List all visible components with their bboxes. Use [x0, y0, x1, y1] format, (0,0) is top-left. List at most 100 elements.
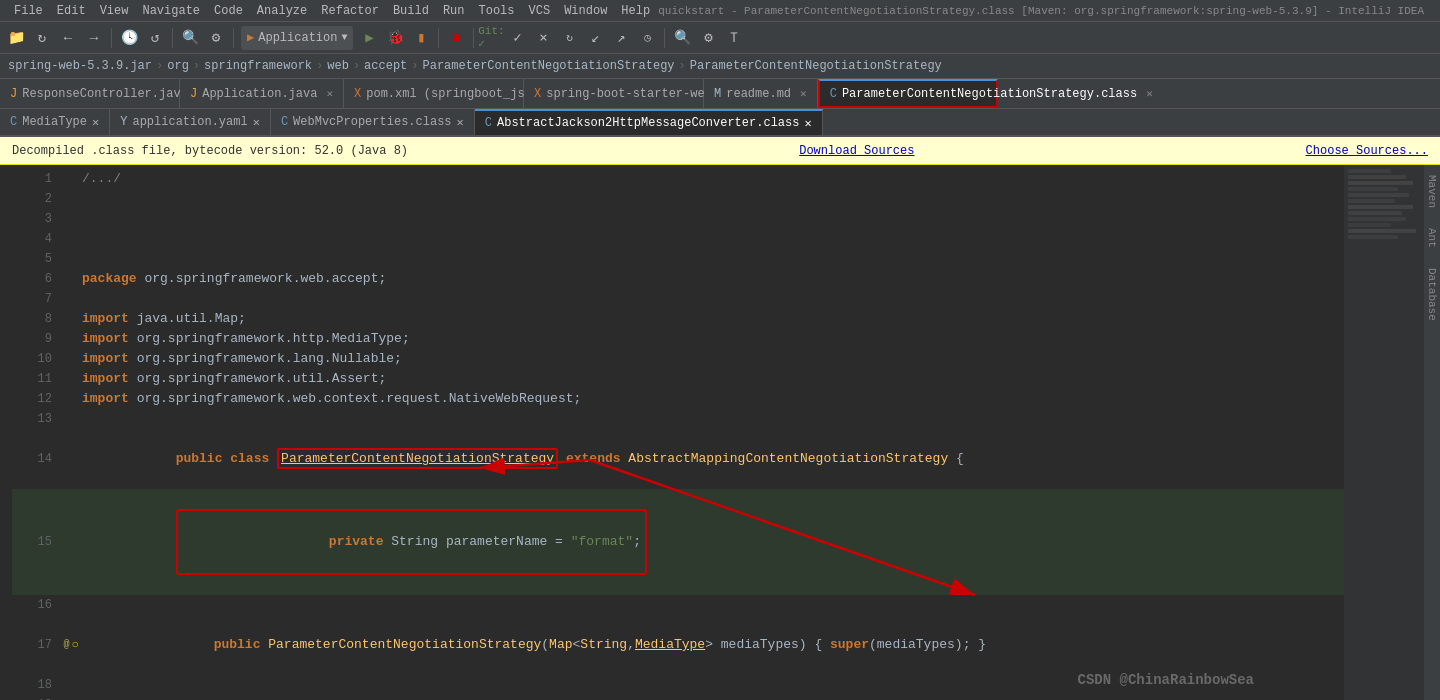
code-editor[interactable]: 1 /.../ 2 3 4 5 6 package org.springfram… — [0, 165, 1344, 700]
side-label-database[interactable]: Database — [1426, 268, 1438, 321]
line-4: 4 — [12, 229, 1344, 249]
git-check[interactable]: Git: ✓ — [479, 26, 503, 50]
toolbar-search[interactable]: 🔍 — [178, 26, 202, 50]
line-9: 9 import org.springframework.http.MediaT… — [12, 329, 1344, 349]
run-btn[interactable]: ▶ — [357, 26, 381, 50]
side-label-maven[interactable]: Maven — [1426, 175, 1438, 208]
git-btn5[interactable]: ↗ — [609, 26, 633, 50]
minimap-line — [1348, 175, 1406, 179]
tab2-close-yaml[interactable]: ✕ — [253, 115, 260, 130]
minimap-line — [1348, 199, 1395, 203]
tab-label-application: Application.java — [202, 87, 317, 101]
tab-starter-pom[interactable]: X spring-boot-starter-web-2.5.3.pom ✕ — [524, 79, 704, 108]
run-config-dropdown[interactable]: ▼ — [341, 32, 347, 43]
breadcrumb-jar[interactable]: spring-web-5.3.9.jar — [8, 59, 152, 73]
menu-run[interactable]: Run — [437, 2, 471, 20]
breadcrumb-current[interactable]: ParameterContentNegotiationStrategy — [690, 59, 942, 73]
debug-btn[interactable]: 🐞 — [383, 26, 407, 50]
breadcrumb-accept[interactable]: accept — [364, 59, 407, 73]
line-5: 5 — [12, 249, 1344, 269]
menu-help[interactable]: Help — [615, 2, 656, 20]
line-11: 11 import org.springframework.util.Asser… — [12, 369, 1344, 389]
settings-main[interactable]: ⚙ — [696, 26, 720, 50]
tab-application[interactable]: J Application.java ✕ — [180, 79, 344, 108]
run-config-name: Application — [258, 31, 337, 45]
tab2-close-webmvc[interactable]: ✕ — [457, 115, 464, 130]
git-btn4[interactable]: ↙ — [583, 26, 607, 50]
stop-btn[interactable]: ■ — [444, 26, 468, 50]
git-btn2[interactable]: ⨯ — [531, 26, 555, 50]
minimap-line — [1348, 193, 1409, 197]
choose-sources-link[interactable]: Choose Sources... — [1306, 144, 1428, 158]
menu-tools[interactable]: Tools — [473, 2, 521, 20]
warning-text: Decompiled .class file, bytecode version… — [12, 144, 408, 158]
menu-build[interactable]: Build — [387, 2, 435, 20]
download-sources-link[interactable]: Download Sources — [799, 144, 914, 158]
translate[interactable]: Ｔ — [722, 26, 746, 50]
line-17: 17 @ ○ public ParameterContentNegotiatio… — [12, 615, 1344, 675]
menu-edit[interactable]: Edit — [51, 2, 92, 20]
menu-code[interactable]: Code — [208, 2, 249, 20]
coverage-btn[interactable]: ▮ — [409, 26, 433, 50]
tab2-mediatype[interactable]: C MediaType ✕ — [0, 109, 110, 135]
tab2-close-mediatype[interactable]: ✕ — [92, 115, 99, 130]
side-label-ant[interactable]: Ant — [1426, 228, 1438, 248]
toolbar-forward[interactable]: → — [82, 26, 106, 50]
run-configuration[interactable]: ▶ Application ▼ — [241, 26, 353, 50]
search-everywhere[interactable]: 🔍 — [670, 26, 694, 50]
tab2-webmvc[interactable]: C WebMvcProperties.class ✕ — [271, 109, 475, 135]
breadcrumb-web[interactable]: web — [327, 59, 349, 73]
git-btn1[interactable]: ✓ — [505, 26, 529, 50]
git-btn3[interactable]: ↻ — [557, 26, 581, 50]
toolbar-recent[interactable]: 🕓 — [117, 26, 141, 50]
bulb-icon-17[interactable]: ○ — [71, 635, 78, 655]
tab-close-readme[interactable]: ✕ — [800, 87, 807, 100]
tab2-close-abstractjackson[interactable]: ✕ — [804, 116, 811, 131]
breadcrumb: spring-web-5.3.9.jar › org › springframe… — [0, 54, 1440, 79]
tab2-abstractjackson[interactable]: C AbstractJackson2HttpMessageConverter.c… — [475, 109, 823, 135]
toolbar: 📁 ↻ ← → 🕓 ↺ 🔍 ⚙ ▶ Application ▼ ▶ 🐞 ▮ ■ … — [0, 22, 1440, 54]
sep4 — [438, 28, 439, 48]
git-history[interactable]: ◷ — [635, 26, 659, 50]
breadcrumb-class[interactable]: ParameterContentNegotiationStrategy — [423, 59, 675, 73]
tabs-row-1: J ResponseController.java ✕ J Applicatio… — [0, 79, 1440, 109]
tab-readme[interactable]: M readme.md ✕ — [704, 79, 818, 108]
minimap-line — [1348, 229, 1416, 233]
tab-icon-pcns: C — [830, 87, 837, 101]
tab-pomxml[interactable]: X pom.xml (springboot_jsonxml) ✕ — [344, 79, 524, 108]
toolbar-back[interactable]: ← — [56, 26, 80, 50]
toolbar-btn-2[interactable]: ↻ — [30, 26, 54, 50]
minimap — [1344, 165, 1424, 700]
tab-response-controller[interactable]: J ResponseController.java ✕ — [0, 79, 180, 108]
line-19: 19 — [12, 695, 1344, 700]
tab-close-application[interactable]: ✕ — [326, 87, 333, 100]
menu-vcs[interactable]: VCS — [523, 2, 557, 20]
toolbar-settings[interactable]: ⚙ — [204, 26, 228, 50]
menu-analyze[interactable]: Analyze — [251, 2, 313, 20]
toolbar-refresh[interactable]: ↺ — [143, 26, 167, 50]
tab-pcns[interactable]: C ParameterContentNegotiationStrategy.cl… — [818, 79, 998, 108]
menu-refactor[interactable]: Refactor — [315, 2, 385, 20]
menu-view[interactable]: View — [94, 2, 135, 20]
toolbar-btn-1[interactable]: 📁 — [4, 26, 28, 50]
tab2-label-webmvc: WebMvcProperties.class — [293, 115, 451, 129]
tab-close-pcns[interactable]: ✕ — [1146, 87, 1153, 100]
minimap-line — [1348, 181, 1413, 185]
line-7: 7 — [12, 289, 1344, 309]
minimap-line — [1348, 223, 1391, 227]
breadcrumb-springframework[interactable]: springframework — [204, 59, 312, 73]
menu-window[interactable]: Window — [558, 2, 613, 20]
tab2-icon-webmvc: C — [281, 115, 288, 129]
menu-navigate[interactable]: Navigate — [136, 2, 206, 20]
tab2-yaml[interactable]: Y application.yaml ✕ — [110, 109, 271, 135]
window-title: quickstart - ParameterContentNegotiation… — [658, 5, 1432, 17]
class-name-highlight: ParameterContentNegotiationStrategy — [277, 448, 558, 469]
minimap-line — [1348, 169, 1391, 173]
tab-label-response: ResponseController.java — [22, 87, 188, 101]
tab2-icon-mediatype: C — [10, 115, 17, 129]
breadcrumb-org[interactable]: org — [167, 59, 189, 73]
menu-file[interactable]: File — [8, 2, 49, 20]
tab2-icon-yaml: Y — [120, 115, 127, 129]
ide-window: File Edit View Navigate Code Analyze Ref… — [0, 0, 1440, 700]
line-12: 12 import org.springframework.web.contex… — [12, 389, 1344, 409]
